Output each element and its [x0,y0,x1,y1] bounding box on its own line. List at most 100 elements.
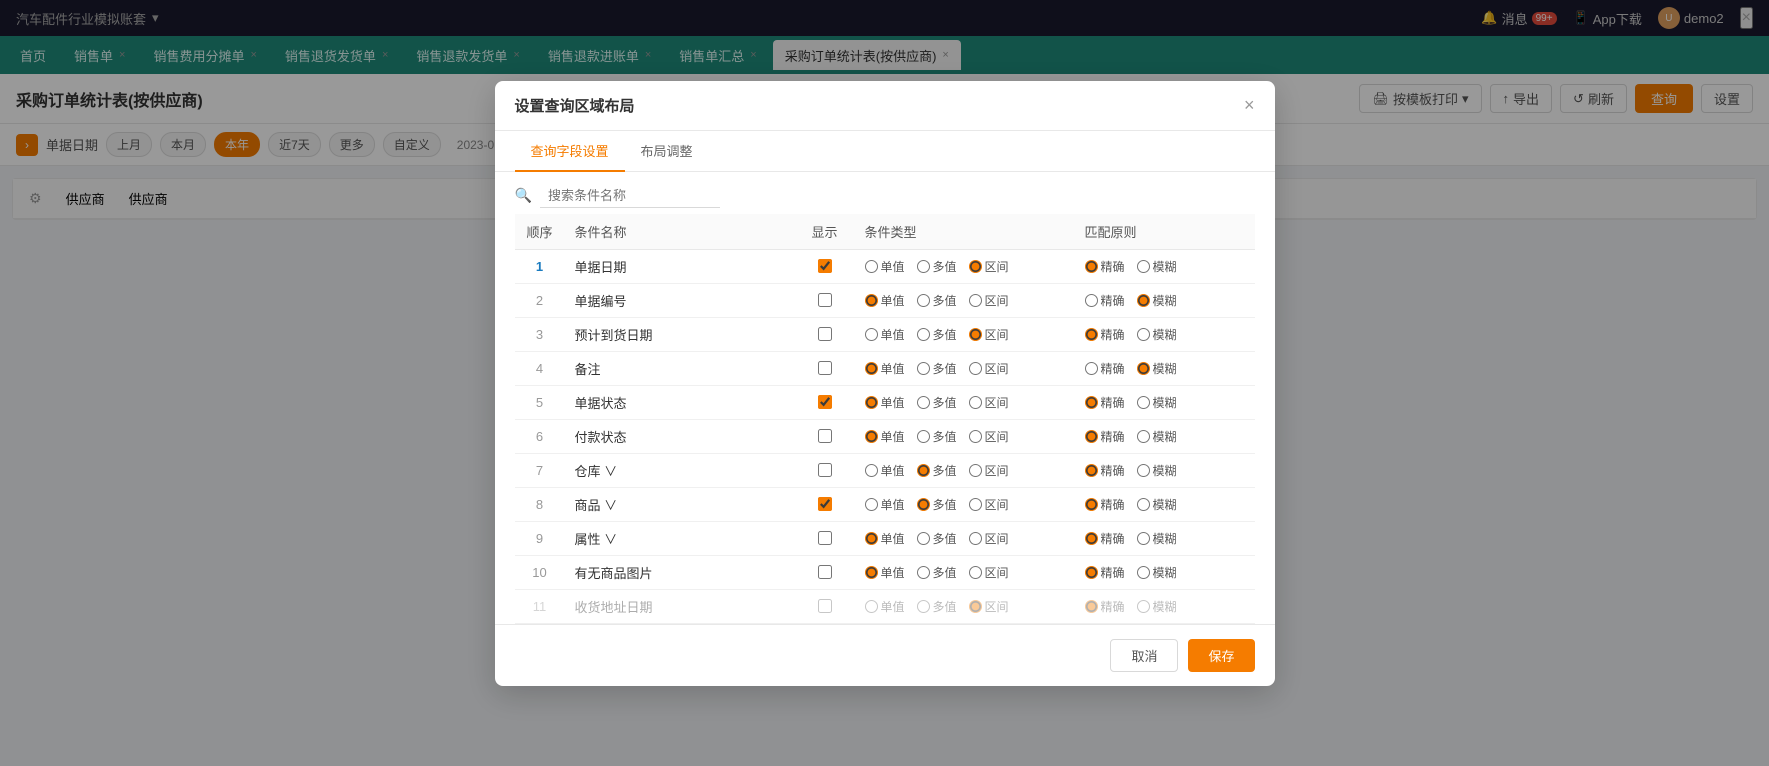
match-option-模糊[interactable]: 模糊 [1137,530,1177,547]
row-display-cell[interactable] [795,351,855,385]
display-checkbox[interactable] [818,463,832,477]
type-option-区间[interactable]: 区间 [969,428,1009,445]
row-type-cell: 单值多值区间 [855,487,1075,521]
row-condition-name: 有无商品图片 [565,555,795,589]
display-checkbox[interactable] [818,293,832,307]
type-option-多值[interactable]: 多值 [917,496,957,513]
dialog-tab-layout[interactable]: 布局调整 [625,131,709,172]
row-match-cell: 精确模糊 [1075,453,1255,487]
dialog-header: 设置查询区域布局 × [495,81,1275,131]
row-display-cell[interactable] [795,317,855,351]
type-option-单值[interactable]: 单值 [865,564,905,581]
dialog-close-button[interactable]: × [1244,95,1255,116]
type-option-多值[interactable]: 多值 [917,258,957,275]
display-checkbox[interactable] [818,259,832,273]
type-option-单值[interactable]: 单值 [865,598,905,615]
type-option-区间[interactable]: 区间 [969,394,1009,411]
type-option-区间[interactable]: 区间 [969,598,1009,615]
match-option-模糊[interactable]: 模糊 [1137,360,1177,377]
type-option-区间[interactable]: 区间 [969,292,1009,309]
type-option-多值[interactable]: 多值 [917,360,957,377]
match-option-模糊[interactable]: 模糊 [1137,428,1177,445]
type-option-单值[interactable]: 单值 [865,530,905,547]
match-option-精确[interactable]: 精确 [1085,326,1125,343]
save-button[interactable]: 保存 [1188,639,1254,672]
cancel-button[interactable]: 取消 [1110,639,1178,672]
row-type-cell: 单值多值区间 [855,385,1075,419]
type-option-区间[interactable]: 区间 [969,360,1009,377]
match-option-模糊[interactable]: 模糊 [1137,258,1177,275]
match-option-模糊[interactable]: 模糊 [1137,564,1177,581]
search-input[interactable] [540,184,720,208]
type-option-区间[interactable]: 区间 [969,564,1009,581]
row-condition-name: 付款状态 [565,419,795,453]
match-option-精确[interactable]: 精确 [1085,360,1125,377]
display-checkbox[interactable] [818,327,832,341]
row-match-cell: 精确模糊 [1075,589,1255,623]
match-option-模糊[interactable]: 模糊 [1137,394,1177,411]
type-option-多值[interactable]: 多值 [917,564,957,581]
display-checkbox[interactable] [818,395,832,409]
row-order: 4 [515,351,565,385]
type-option-多值[interactable]: 多值 [917,530,957,547]
row-display-cell[interactable] [795,555,855,589]
match-option-精确[interactable]: 精确 [1085,598,1125,615]
row-display-cell[interactable] [795,249,855,283]
match-option-模糊[interactable]: 模糊 [1137,462,1177,479]
dialog-tabs: 查询字段设置 布局调整 [495,131,1275,172]
match-option-精确[interactable]: 精确 [1085,564,1125,581]
type-option-单值[interactable]: 单值 [865,496,905,513]
type-option-区间[interactable]: 区间 [969,530,1009,547]
type-option-多值[interactable]: 多值 [917,598,957,615]
match-option-精确[interactable]: 精确 [1085,394,1125,411]
row-display-cell[interactable] [795,589,855,623]
display-checkbox[interactable] [818,497,832,511]
match-option-精确[interactable]: 精确 [1085,530,1125,547]
match-option-精确[interactable]: 精确 [1085,292,1125,309]
row-type-cell: 单值多值区间 [855,351,1075,385]
type-option-单值[interactable]: 单值 [865,360,905,377]
row-display-cell[interactable] [795,283,855,317]
dialog-tab-query-fields[interactable]: 查询字段设置 [515,131,625,172]
row-display-cell[interactable] [795,419,855,453]
type-option-多值[interactable]: 多值 [917,394,957,411]
match-option-模糊[interactable]: 模糊 [1137,598,1177,615]
display-checkbox[interactable] [818,599,832,613]
type-option-多值[interactable]: 多值 [917,428,957,445]
type-option-单值[interactable]: 单值 [865,326,905,343]
row-match-cell: 精确模糊 [1075,521,1255,555]
col-name-header: 条件名称 [565,214,795,250]
type-option-区间[interactable]: 区间 [969,496,1009,513]
type-option-多值[interactable]: 多值 [917,292,957,309]
row-match-cell: 精确模糊 [1075,283,1255,317]
match-option-模糊[interactable]: 模糊 [1137,496,1177,513]
type-option-区间[interactable]: 区间 [969,326,1009,343]
match-option-精确[interactable]: 精确 [1085,428,1125,445]
row-display-cell[interactable] [795,385,855,419]
row-type-cell: 单值多值区间 [855,589,1075,623]
type-option-多值[interactable]: 多值 [917,326,957,343]
type-option-单值[interactable]: 单值 [865,292,905,309]
row-display-cell[interactable] [795,453,855,487]
type-option-区间[interactable]: 区间 [969,258,1009,275]
display-checkbox[interactable] [818,361,832,375]
type-option-单值[interactable]: 单值 [865,428,905,445]
table-row: 5单据状态单值多值区间精确模糊 [515,385,1255,419]
display-checkbox[interactable] [818,565,832,579]
type-option-单值[interactable]: 单值 [865,462,905,479]
row-display-cell[interactable] [795,487,855,521]
match-option-模糊[interactable]: 模糊 [1137,292,1177,309]
type-option-多值[interactable]: 多值 [917,462,957,479]
type-option-单值[interactable]: 单值 [865,394,905,411]
row-display-cell[interactable] [795,521,855,555]
match-option-模糊[interactable]: 模糊 [1137,326,1177,343]
row-order: 11 [515,589,565,623]
display-checkbox[interactable] [818,531,832,545]
match-option-精确[interactable]: 精确 [1085,258,1125,275]
display-checkbox[interactable] [818,429,832,443]
type-option-区间[interactable]: 区间 [969,462,1009,479]
type-option-单值[interactable]: 单值 [865,258,905,275]
match-option-精确[interactable]: 精确 [1085,462,1125,479]
config-table: 顺序 条件名称 显示 条件类型 匹配原则 1单据日期单值多值区间精确模糊2单据编… [495,214,1275,624]
match-option-精确[interactable]: 精确 [1085,496,1125,513]
